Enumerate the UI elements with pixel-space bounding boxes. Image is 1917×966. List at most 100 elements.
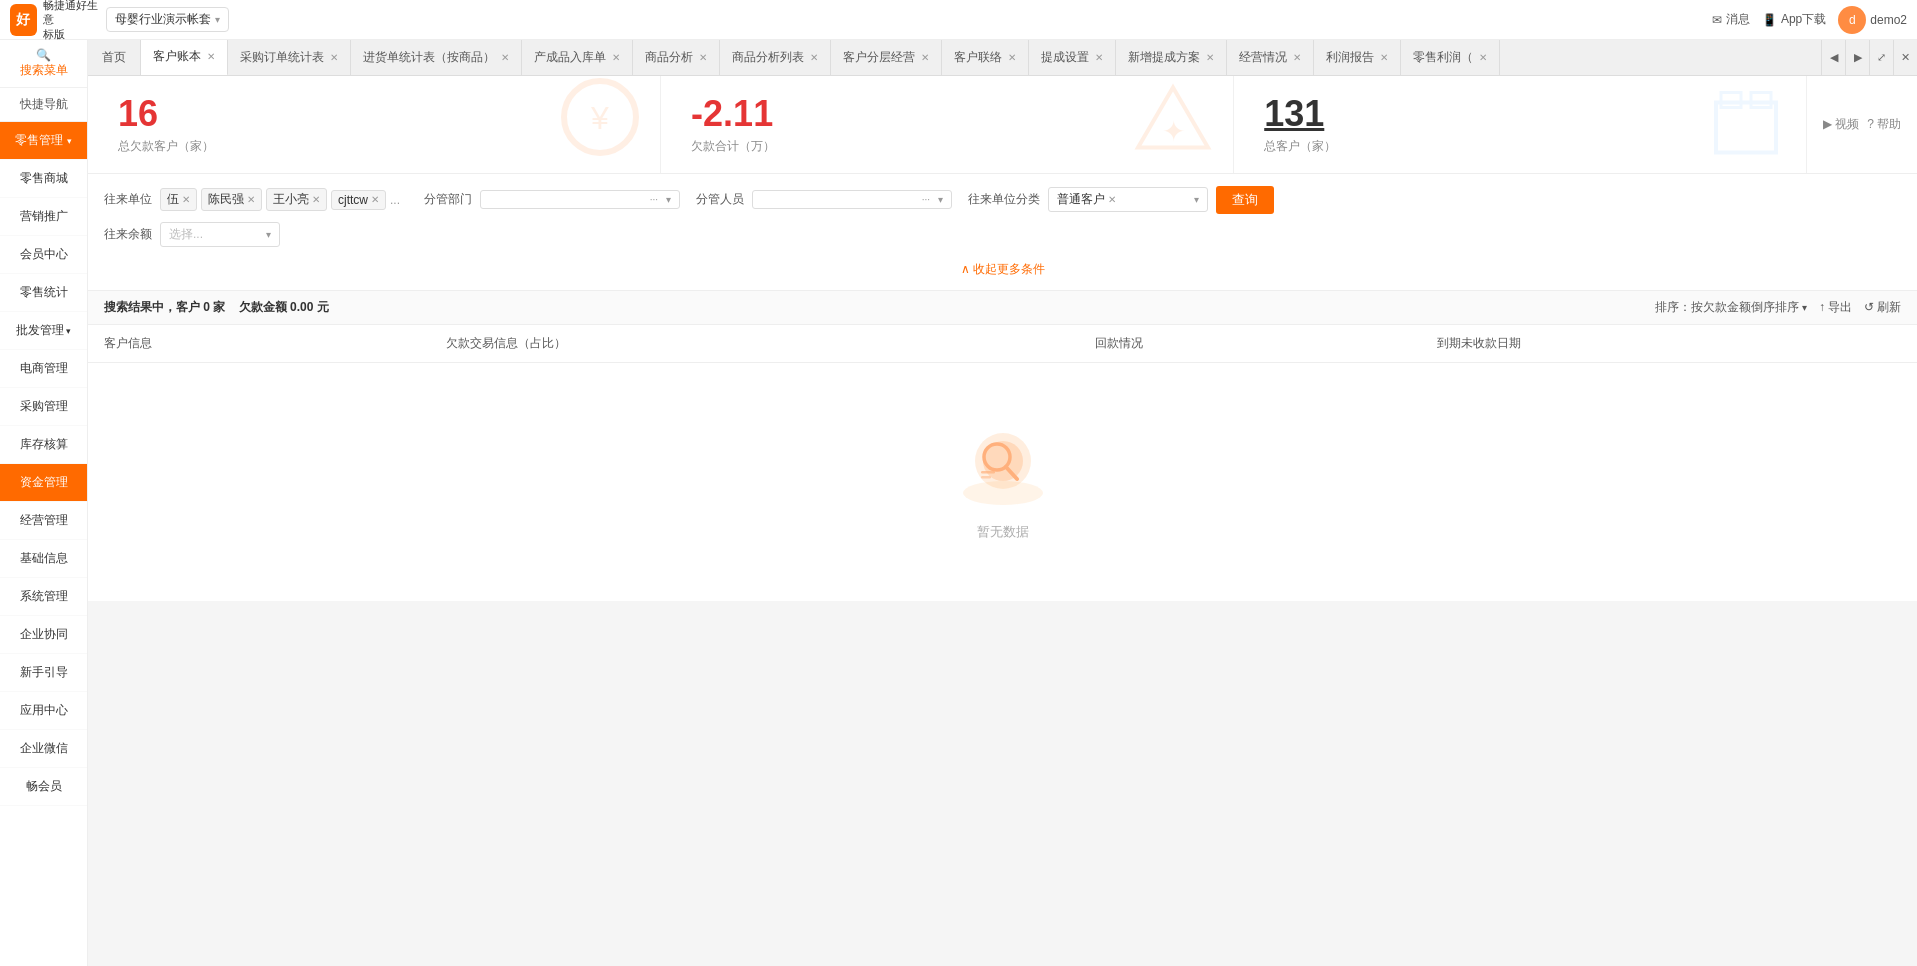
svg-rect-6 [1751, 93, 1771, 108]
tab-operations-status[interactable]: 经营情况 ✕ [1227, 40, 1314, 76]
sidebar-item-finance[interactable]: 资金管理 [0, 464, 87, 502]
sidebar-item-retail-mgmt[interactable]: 零售管理 ▾ [0, 122, 87, 160]
dept-filter-select[interactable]: ··· ▾ [480, 190, 680, 209]
category-filter-select[interactable]: 普通客户 ✕ ▾ [1048, 187, 1208, 212]
category-tag-1[interactable]: 普通客户 ✕ [1057, 191, 1116, 208]
sidebar-item-vip-member[interactable]: 畅会员 [0, 768, 87, 806]
tag-close-icon[interactable]: ✕ [371, 194, 379, 205]
tab-close-icon[interactable]: ✕ [1380, 52, 1388, 63]
tab-close-icon[interactable]: ✕ [501, 52, 509, 63]
sidebar-item-purchase[interactable]: 采购管理 [0, 388, 87, 426]
tab-profit-report[interactable]: 利润报告 ✕ [1314, 40, 1401, 76]
tab-close-icon[interactable]: ✕ [612, 52, 620, 63]
sidebar-item-sys-mgmt[interactable]: 系统管理 [0, 578, 87, 616]
balance-filter-select[interactable]: 选择... ▾ [160, 222, 280, 247]
tab-close-all-button[interactable]: ✕ [1893, 40, 1917, 76]
tab-close-icon[interactable]: ✕ [207, 51, 215, 62]
content-area: 首页 客户账本 ✕ 采购订单统计表 ✕ 进货单统计表（按商品） ✕ 产成品入库单… [88, 40, 1917, 966]
tab-close-icon[interactable]: ✕ [1008, 52, 1016, 63]
workspace-selector[interactable]: 母婴行业演示帐套 ▾ [106, 7, 229, 32]
play-icon: ▶ [1823, 117, 1832, 131]
sidebar-item-retail-stat[interactable]: 零售统计 [0, 274, 87, 312]
sidebar-item-wholesale-mgmt[interactable]: 批发管理 ▾ [0, 312, 87, 350]
tab-expand-button[interactable]: ⤢ [1869, 40, 1893, 76]
sidebar-item-basic-info[interactable]: 基础信息 [0, 540, 87, 578]
tab-close-icon[interactable]: ✕ [810, 52, 818, 63]
collapse-button[interactable]: ∧ 收起更多条件 [961, 261, 1045, 278]
stat-number-debt: -2.11 [691, 94, 773, 134]
tab-home[interactable]: 首页 [88, 40, 141, 76]
tab-close-icon[interactable]: ✕ [699, 52, 707, 63]
chevron-down-icon: ▾ [66, 326, 71, 336]
tab-customer-contact[interactable]: 客户联络 ✕ [942, 40, 1029, 76]
user-menu[interactable]: d demo2 [1838, 6, 1907, 34]
tab-prev-button[interactable]: ◀ [1821, 40, 1845, 76]
tab-purchase-stats-by-product[interactable]: 进货单统计表（按商品） ✕ [351, 40, 522, 76]
top-bar-left: 好 畅捷通好生意 标版 母婴行业演示帐套 ▾ [10, 0, 229, 41]
sort-arrow-icon: ▾ [1802, 302, 1807, 313]
unit-tag-more[interactable]: ... [390, 193, 400, 207]
sidebar-item-marketing[interactable]: 营销推广 [0, 198, 87, 236]
message-button[interactable]: ✉ 消息 [1712, 11, 1750, 28]
tab-product-analysis-list[interactable]: 商品分析列表 ✕ [720, 40, 831, 76]
tab-close-icon[interactable]: ✕ [1095, 52, 1103, 63]
tab-retail-profit[interactable]: 零售利润（ ✕ [1401, 40, 1500, 76]
sidebar-item-inventory[interactable]: 库存核算 [0, 426, 87, 464]
tab-product-instock[interactable]: 产成品入库单 ✕ [522, 40, 633, 76]
sidebar-item-operations[interactable]: 经营管理 [0, 502, 87, 540]
workspace-dropdown-arrow: ▾ [215, 14, 220, 25]
result-info: 搜索结果中，客户 0 家 欠款金额 0.00 元 [104, 299, 329, 316]
stat-label-customers: 总欠款客户（家） [118, 138, 214, 155]
tab-close-icon[interactable]: ✕ [1479, 52, 1487, 63]
sidebar-item-new-guide[interactable]: 新手引导 [0, 654, 87, 692]
help-icon: ? [1867, 117, 1874, 131]
sidebar-item-app-center[interactable]: 应用中心 [0, 692, 87, 730]
stat-card-total-customers: 131 总客户（家） [1234, 76, 1807, 173]
svg-rect-5 [1721, 93, 1741, 108]
query-button[interactable]: 查询 [1216, 186, 1274, 214]
help-button[interactable]: ? 帮助 [1867, 116, 1901, 133]
tab-accounts-receivable[interactable]: 客户账本 ✕ [141, 40, 228, 76]
video-button[interactable]: ▶ 视频 [1823, 116, 1859, 133]
unit-tag-3[interactable]: 王小亮 ✕ [266, 188, 327, 211]
sidebar-item-retail-mall[interactable]: 零售商城 [0, 160, 87, 198]
select-arrow-icon: ▾ [1194, 194, 1199, 205]
tag-close-icon[interactable]: ✕ [182, 194, 190, 205]
stat-card-customers: ¥ 16 总欠款客户（家） [88, 76, 661, 173]
tab-product-analysis[interactable]: 商品分析 ✕ [633, 40, 720, 76]
sidebar-item-enterprise-wechat[interactable]: 企业微信 [0, 730, 87, 768]
select-arrow-icon: ▾ [938, 194, 943, 205]
tag-close-icon[interactable]: ✕ [312, 194, 320, 205]
unit-tag-2[interactable]: 陈民强 ✕ [201, 188, 262, 211]
tab-close-icon[interactable]: ✕ [1293, 52, 1301, 63]
search-icon: 🔍 [36, 48, 51, 62]
export-button[interactable]: ↑ 导出 [1819, 299, 1852, 316]
refresh-button[interactable]: ↺ 刷新 [1864, 299, 1901, 316]
tag-close-icon[interactable]: ✕ [247, 194, 255, 205]
sidebar-item-member-center[interactable]: 会员中心 [0, 236, 87, 274]
person-filter-select[interactable]: ··· ▾ [752, 190, 952, 209]
sidebar: 🔍 搜索菜单 快捷导航 零售管理 ▾ 零售商城 营销推广 会员中心 零售统计 批… [0, 40, 88, 966]
tab-next-button[interactable]: ▶ [1845, 40, 1869, 76]
svg-rect-13 [981, 476, 991, 479]
svg-rect-12 [981, 471, 995, 474]
tag-close-icon[interactable]: ✕ [1108, 194, 1116, 205]
tab-customer-segment[interactable]: 客户分层经营 ✕ [831, 40, 942, 76]
tab-purchase-order-stats[interactable]: 采购订单统计表 ✕ [228, 40, 351, 76]
sidebar-item-enterprise-collab[interactable]: 企业协同 [0, 616, 87, 654]
export-icon: ↑ [1819, 300, 1825, 314]
sidebar-item-quick-nav[interactable]: 快捷导航 [0, 88, 87, 122]
message-icon: ✉ [1712, 13, 1722, 27]
tab-close-icon[interactable]: ✕ [1206, 52, 1214, 63]
tab-new-promotion-plan[interactable]: 新增提成方案 ✕ [1116, 40, 1227, 76]
unit-tag-4[interactable]: cjttcw ✕ [331, 190, 386, 210]
tab-close-icon[interactable]: ✕ [921, 52, 929, 63]
tab-close-icon[interactable]: ✕ [330, 52, 338, 63]
sidebar-item-search[interactable]: 🔍 搜索菜单 [0, 40, 87, 88]
page-content: ¥ 16 总欠款客户（家） ✦ -2.11 欠款合计（万） 131 [88, 76, 1917, 966]
tab-promotion-settings[interactable]: 提成设置 ✕ [1029, 40, 1116, 76]
sidebar-item-ecommerce[interactable]: 电商管理 [0, 350, 87, 388]
unit-tag-1[interactable]: 伍 ✕ [160, 188, 197, 211]
app-download-button[interactable]: 📱 App下载 [1762, 11, 1826, 28]
sort-select[interactable]: 排序：按欠款金额倒序排序 ▾ [1655, 299, 1807, 316]
